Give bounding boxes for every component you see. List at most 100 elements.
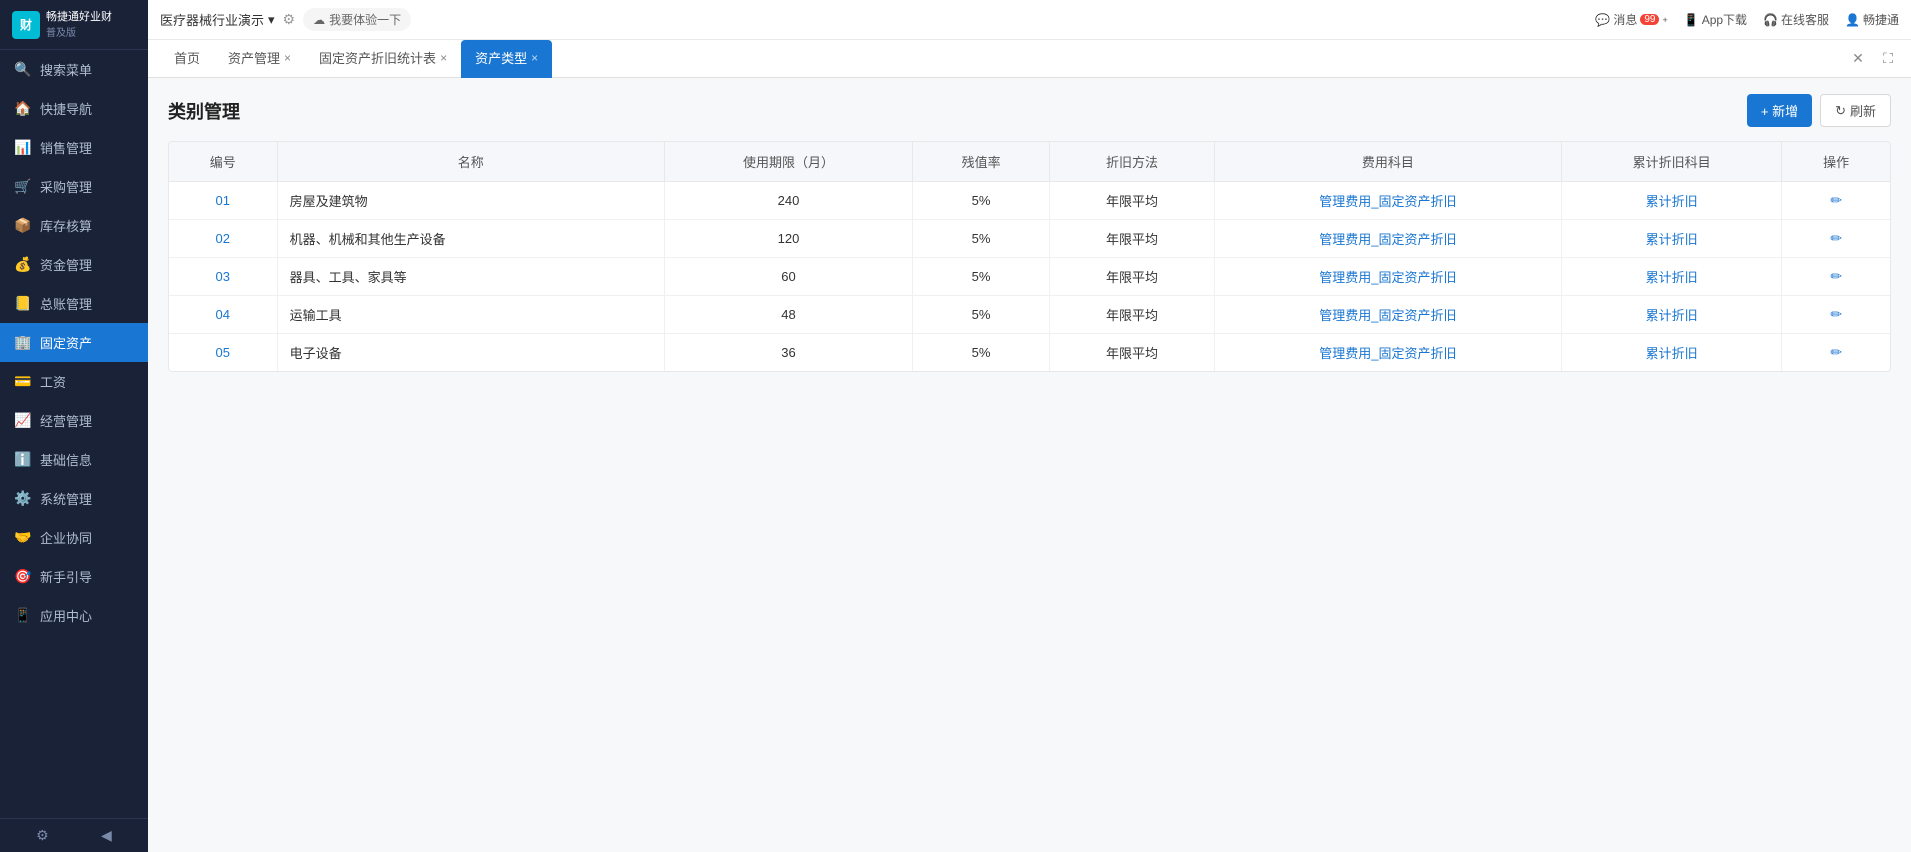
- accum-link[interactable]: 累计折旧: [1646, 308, 1698, 323]
- cell-no: 03: [169, 258, 277, 296]
- table-row: 01 房屋及建筑物 240 5% 年限平均 管理费用_固定资产折旧 累计折旧 ✏: [169, 182, 1890, 220]
- sidebar-item-basic-info[interactable]: ℹ️ 基础信息: [0, 440, 148, 479]
- sidebar-icon-fixed-assets: 🏢: [14, 334, 32, 352]
- app-download-button[interactable]: 📱 App下载: [1684, 11, 1747, 28]
- message-badge: 99: [1640, 14, 1659, 25]
- cell-residual: 5%: [913, 182, 1050, 220]
- accum-link[interactable]: 累计折旧: [1646, 232, 1698, 247]
- table-header-row: 编号名称使用期限（月）残值率折旧方法费用科目累计折旧科目操作: [169, 142, 1890, 182]
- sidebar-label-quick-nav: 快捷导航: [40, 99, 92, 118]
- cell-expense: 管理费用_固定资产折旧: [1214, 258, 1561, 296]
- sidebar-item-sales[interactable]: 📊 销售管理: [0, 128, 148, 167]
- sidebar-label-inventory: 库存核算: [40, 216, 92, 235]
- expense-link[interactable]: 管理费用_固定资产折旧: [1319, 308, 1456, 323]
- row-no-link[interactable]: 05: [216, 345, 230, 360]
- tab-fixed-asset-stat[interactable]: 固定资产折旧统计表×: [305, 40, 461, 78]
- expense-link[interactable]: 管理费用_固定资产折旧: [1319, 346, 1456, 361]
- row-no-link[interactable]: 04: [216, 307, 230, 322]
- gear-icon[interactable]: ⚙: [283, 11, 296, 28]
- sidebar-item-guide[interactable]: 🎯 新手引导: [0, 557, 148, 596]
- sidebar-item-purchase[interactable]: 🛒 采购管理: [0, 167, 148, 206]
- edit-icon[interactable]: ✏: [1830, 268, 1842, 284]
- col-header: 使用期限（月）: [664, 142, 912, 182]
- user-icon: 👤: [1845, 13, 1860, 27]
- cell-method: 年限平均: [1050, 258, 1215, 296]
- sidebar-item-fixed-assets[interactable]: 🏢 固定资产: [0, 323, 148, 362]
- app-download-icon: 📱: [1684, 13, 1699, 27]
- table-body: 01 房屋及建筑物 240 5% 年限平均 管理费用_固定资产折旧 累计折旧 ✏…: [169, 182, 1890, 372]
- tab-close-asset-manage[interactable]: ×: [284, 51, 291, 65]
- tab-asset-manage[interactable]: 资产管理×: [214, 40, 305, 78]
- refresh-button[interactable]: ↻ 刷新: [1820, 94, 1891, 127]
- sidebar-item-ledger[interactable]: 📒 总账管理: [0, 284, 148, 323]
- collapse-icon[interactable]: ◀: [101, 827, 112, 844]
- logo-sub: 普及版: [46, 24, 112, 39]
- tab-home[interactable]: 首页: [160, 40, 214, 78]
- settings-icon[interactable]: ⚙: [36, 827, 49, 844]
- sidebar-item-enterprise[interactable]: 🤝 企业协同: [0, 518, 148, 557]
- cell-op: ✏: [1782, 296, 1890, 334]
- new-button[interactable]: + 新增: [1747, 94, 1812, 127]
- tab-close-fixed-asset-stat[interactable]: ×: [440, 51, 447, 65]
- cloud-icon: ☁: [313, 13, 325, 27]
- sidebar-bottom: ⚙ ◀: [0, 818, 148, 852]
- trial-button[interactable]: ☁ 我要体验一下: [303, 8, 411, 31]
- user-label: 畅捷通: [1863, 11, 1899, 28]
- user-menu[interactable]: 👤 畅捷通: [1845, 11, 1899, 28]
- row-no-link[interactable]: 01: [216, 193, 230, 208]
- tab-asset-type[interactable]: 资产类型 ×: [461, 40, 552, 78]
- table-row: 03 器具、工具、家具等 60 5% 年限平均 管理费用_固定资产折旧 累计折旧…: [169, 258, 1890, 296]
- edit-icon[interactable]: ✏: [1830, 192, 1842, 208]
- sidebar-item-salary[interactable]: 💳 工资: [0, 362, 148, 401]
- expense-link[interactable]: 管理费用_固定资产折旧: [1319, 194, 1456, 209]
- message-icon: 💬: [1595, 13, 1610, 27]
- sidebar-label-fixed-assets: 固定资产: [40, 333, 92, 352]
- sidebar-item-finance[interactable]: 💰 资金管理: [0, 245, 148, 284]
- sidebar-item-app-center[interactable]: 📱 应用中心: [0, 596, 148, 635]
- sidebar-item-inventory[interactable]: 📦 库存核算: [0, 206, 148, 245]
- sidebar-item-search[interactable]: 🔍 搜索菜单: [0, 50, 148, 89]
- edit-icon[interactable]: ✏: [1830, 230, 1842, 246]
- accum-link[interactable]: 累计折旧: [1646, 270, 1698, 285]
- edit-icon[interactable]: ✏: [1830, 344, 1842, 360]
- tab-close-asset-type[interactable]: ×: [531, 51, 538, 65]
- logo-text: 畅捷通好业财: [46, 10, 112, 24]
- expand-window-icon[interactable]: ⛶: [1877, 48, 1899, 70]
- expense-link[interactable]: 管理费用_固定资产折旧: [1319, 232, 1456, 247]
- col-header: 累计折旧科目: [1561, 142, 1781, 182]
- sidebar-icon-inventory: 📦: [14, 217, 32, 235]
- cell-period: 240: [664, 182, 912, 220]
- edit-icon[interactable]: ✏: [1830, 306, 1842, 322]
- refresh-label: 刷新: [1850, 101, 1876, 120]
- cell-residual: 5%: [913, 220, 1050, 258]
- sidebar-item-quick-nav[interactable]: 🏠 快捷导航: [0, 89, 148, 128]
- online-service-button[interactable]: 🎧 在线客服: [1763, 11, 1829, 28]
- accum-link[interactable]: 累计折旧: [1646, 194, 1698, 209]
- cell-period: 60: [664, 258, 912, 296]
- cell-name: 电子设备: [277, 334, 664, 372]
- sidebar-label-sales: 销售管理: [40, 138, 92, 157]
- sidebar-item-system[interactable]: ⚙️ 系统管理: [0, 479, 148, 518]
- table-header: 编号名称使用期限（月）残值率折旧方法费用科目累计折旧科目操作: [169, 142, 1890, 182]
- sidebar-label-basic-info: 基础信息: [40, 450, 92, 469]
- message-button[interactable]: 💬 消息 99+: [1595, 11, 1667, 28]
- company-selector[interactable]: 医疗器械行业演示 ▾: [160, 10, 275, 29]
- cell-expense: 管理费用_固定资产折旧: [1214, 296, 1561, 334]
- row-no-link[interactable]: 02: [216, 231, 230, 246]
- col-header: 名称: [277, 142, 664, 182]
- col-header: 折旧方法: [1050, 142, 1215, 182]
- accum-link[interactable]: 累计折旧: [1646, 346, 1698, 361]
- cell-method: 年限平均: [1050, 220, 1215, 258]
- sidebar-item-operations[interactable]: 📈 经营管理: [0, 401, 148, 440]
- row-no-link[interactable]: 03: [216, 269, 230, 284]
- sidebar-label-system: 系统管理: [40, 489, 92, 508]
- main-area: 医疗器械行业演示 ▾ ⚙ ☁ 我要体验一下 💬 消息 99+ 📱 App下载 🎧…: [148, 0, 1911, 852]
- expense-link[interactable]: 管理费用_固定资产折旧: [1319, 270, 1456, 285]
- table-row: 02 机器、机械和其他生产设备 120 5% 年限平均 管理费用_固定资产折旧 …: [169, 220, 1890, 258]
- refresh-icon: ↻: [1835, 103, 1846, 119]
- close-window-icon[interactable]: ✕: [1847, 48, 1869, 70]
- cell-op: ✏: [1782, 258, 1890, 296]
- tab-label-asset-type: 资产类型: [475, 48, 527, 67]
- sidebar-label-ledger: 总账管理: [40, 294, 92, 313]
- cell-method: 年限平均: [1050, 296, 1215, 334]
